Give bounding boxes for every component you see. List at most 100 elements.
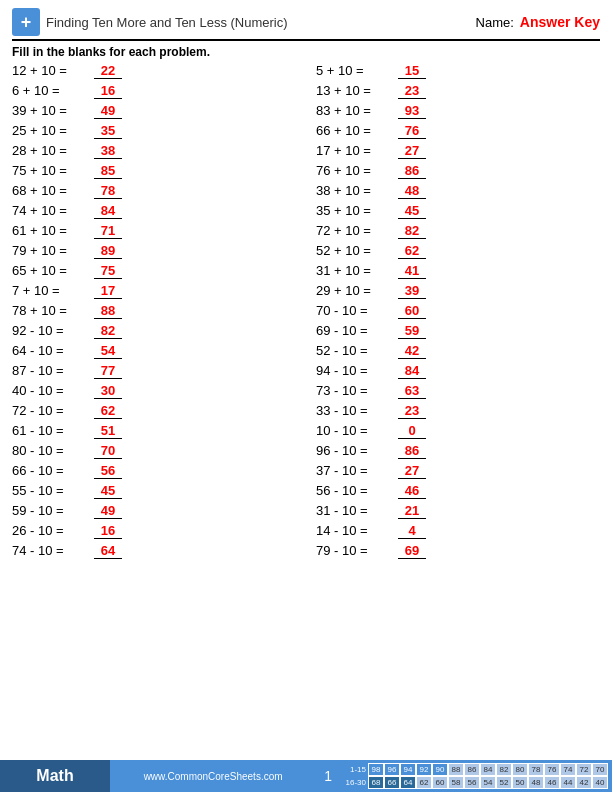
answer-blank: 77: [94, 363, 122, 379]
problem-row: 25 + 10 = 35: [12, 123, 296, 143]
footer-score-cell: 76: [544, 763, 560, 776]
problem-row: 35 + 10 = 45: [316, 203, 600, 223]
footer-table-row: 16-30686664626058565452504846444240: [340, 776, 608, 789]
footer-score-cell: 66: [384, 776, 400, 789]
problem-text: 56 - 10 =: [316, 483, 396, 498]
answer-blank: 46: [398, 483, 426, 499]
problem-row: 94 - 10 = 84: [316, 363, 600, 383]
answer-blank: 42: [398, 343, 426, 359]
header: + Finding Ten More and Ten Less (Numeric…: [12, 8, 600, 41]
problem-text: 52 - 10 =: [316, 343, 396, 358]
problem-row: 56 - 10 = 46: [316, 483, 600, 503]
answer-blank: 75: [94, 263, 122, 279]
problem-text: 94 - 10 =: [316, 363, 396, 378]
problem-text: 17 + 10 =: [316, 143, 396, 158]
footer-range-label: 16-30: [340, 778, 366, 787]
footer-score-cell: 74: [560, 763, 576, 776]
answer-blank: 51: [94, 423, 122, 439]
footer-score-cell: 60: [432, 776, 448, 789]
problem-text: 39 + 10 =: [12, 103, 92, 118]
problem-row: 66 + 10 = 76: [316, 123, 600, 143]
header-left: + Finding Ten More and Ten Less (Numeric…: [12, 8, 288, 36]
problem-text: 65 + 10 =: [12, 263, 92, 278]
problem-row: 76 + 10 = 86: [316, 163, 600, 183]
problem-text: 33 - 10 =: [316, 403, 396, 418]
footer-score-cell: 86: [464, 763, 480, 776]
answer-blank: 22: [94, 63, 122, 79]
answer-blank: 64: [94, 543, 122, 559]
problem-text: 28 + 10 =: [12, 143, 92, 158]
footer-score-cell: 90: [432, 763, 448, 776]
footer-score-cell: 62: [416, 776, 432, 789]
answer-blank: 56: [94, 463, 122, 479]
problem-row: 33 - 10 = 23: [316, 403, 600, 423]
problem-text: 79 + 10 =: [12, 243, 92, 258]
problem-row: 13 + 10 = 23: [316, 83, 600, 103]
answer-blank: 86: [398, 163, 426, 179]
problem-row: 66 - 10 = 56: [12, 463, 296, 483]
answer-blank: 21: [398, 503, 426, 519]
problem-text: 38 + 10 =: [316, 183, 396, 198]
footer-score-cell: 50: [512, 776, 528, 789]
footer-score-cell: 96: [384, 763, 400, 776]
answer-blank: 49: [94, 103, 122, 119]
name-label: Name:: [476, 15, 514, 30]
answer-key-label: Answer Key: [520, 14, 600, 30]
problem-row: 5 + 10 = 15: [316, 63, 600, 83]
footer-page-num: 1: [316, 768, 340, 784]
problem-row: 28 + 10 = 38: [12, 143, 296, 163]
problem-row: 79 + 10 = 89: [12, 243, 296, 263]
problem-text: 70 - 10 =: [316, 303, 396, 318]
problem-row: 52 - 10 = 42: [316, 343, 600, 363]
answer-blank: 82: [94, 323, 122, 339]
problem-text: 25 + 10 =: [12, 123, 92, 138]
problem-row: 37 - 10 = 27: [316, 463, 600, 483]
problem-row: 74 - 10 = 64: [12, 543, 296, 563]
footer-score-cell: 82: [496, 763, 512, 776]
problem-text: 83 + 10 =: [316, 103, 396, 118]
page: + Finding Ten More and Ten Less (Numeric…: [0, 0, 612, 792]
problem-row: 31 - 10 = 21: [316, 503, 600, 523]
problem-text: 72 - 10 =: [12, 403, 92, 418]
answer-blank: 17: [94, 283, 122, 299]
answer-blank: 88: [94, 303, 122, 319]
footer-score-cell: 48: [528, 776, 544, 789]
answer-blank: 84: [94, 203, 122, 219]
problems-container: 12 + 10 = 225 + 10 = 156 + 10 = 1613 + 1…: [12, 63, 600, 563]
answer-blank: 48: [398, 183, 426, 199]
problem-row: 52 + 10 = 62: [316, 243, 600, 263]
problem-text: 37 - 10 =: [316, 463, 396, 478]
problem-text: 12 + 10 =: [12, 63, 92, 78]
answer-blank: 49: [94, 503, 122, 519]
problem-text: 40 - 10 =: [12, 383, 92, 398]
answer-blank: 39: [398, 283, 426, 299]
footer-score-cell: 88: [448, 763, 464, 776]
answer-blank: 30: [94, 383, 122, 399]
footer-score-cell: 68: [368, 776, 384, 789]
problem-text: 73 - 10 =: [316, 383, 396, 398]
header-title: Finding Ten More and Ten Less (Numeric): [46, 15, 288, 30]
footer-score-cell: 94: [400, 763, 416, 776]
problem-text: 66 - 10 =: [12, 463, 92, 478]
answer-blank: 54: [94, 343, 122, 359]
answer-blank: 70: [94, 443, 122, 459]
footer-score-cell: 42: [576, 776, 592, 789]
answer-blank: 84: [398, 363, 426, 379]
problem-row: 68 + 10 = 78: [12, 183, 296, 203]
problem-text: 96 - 10 =: [316, 443, 396, 458]
problem-text: 69 - 10 =: [316, 323, 396, 338]
footer-score-cell: 56: [464, 776, 480, 789]
problem-text: 72 + 10 =: [316, 223, 396, 238]
answer-blank: 60: [398, 303, 426, 319]
problem-text: 76 + 10 =: [316, 163, 396, 178]
problem-text: 68 + 10 =: [12, 183, 92, 198]
problem-text: 74 - 10 =: [12, 543, 92, 558]
problem-row: 61 + 10 = 71: [12, 223, 296, 243]
problem-text: 79 - 10 =: [316, 543, 396, 558]
answer-blank: 78: [94, 183, 122, 199]
problem-row: 64 - 10 = 54: [12, 343, 296, 363]
problem-text: 31 + 10 =: [316, 263, 396, 278]
problem-text: 5 + 10 =: [316, 63, 396, 78]
answer-blank: 16: [94, 83, 122, 99]
problem-text: 61 - 10 =: [12, 423, 92, 438]
